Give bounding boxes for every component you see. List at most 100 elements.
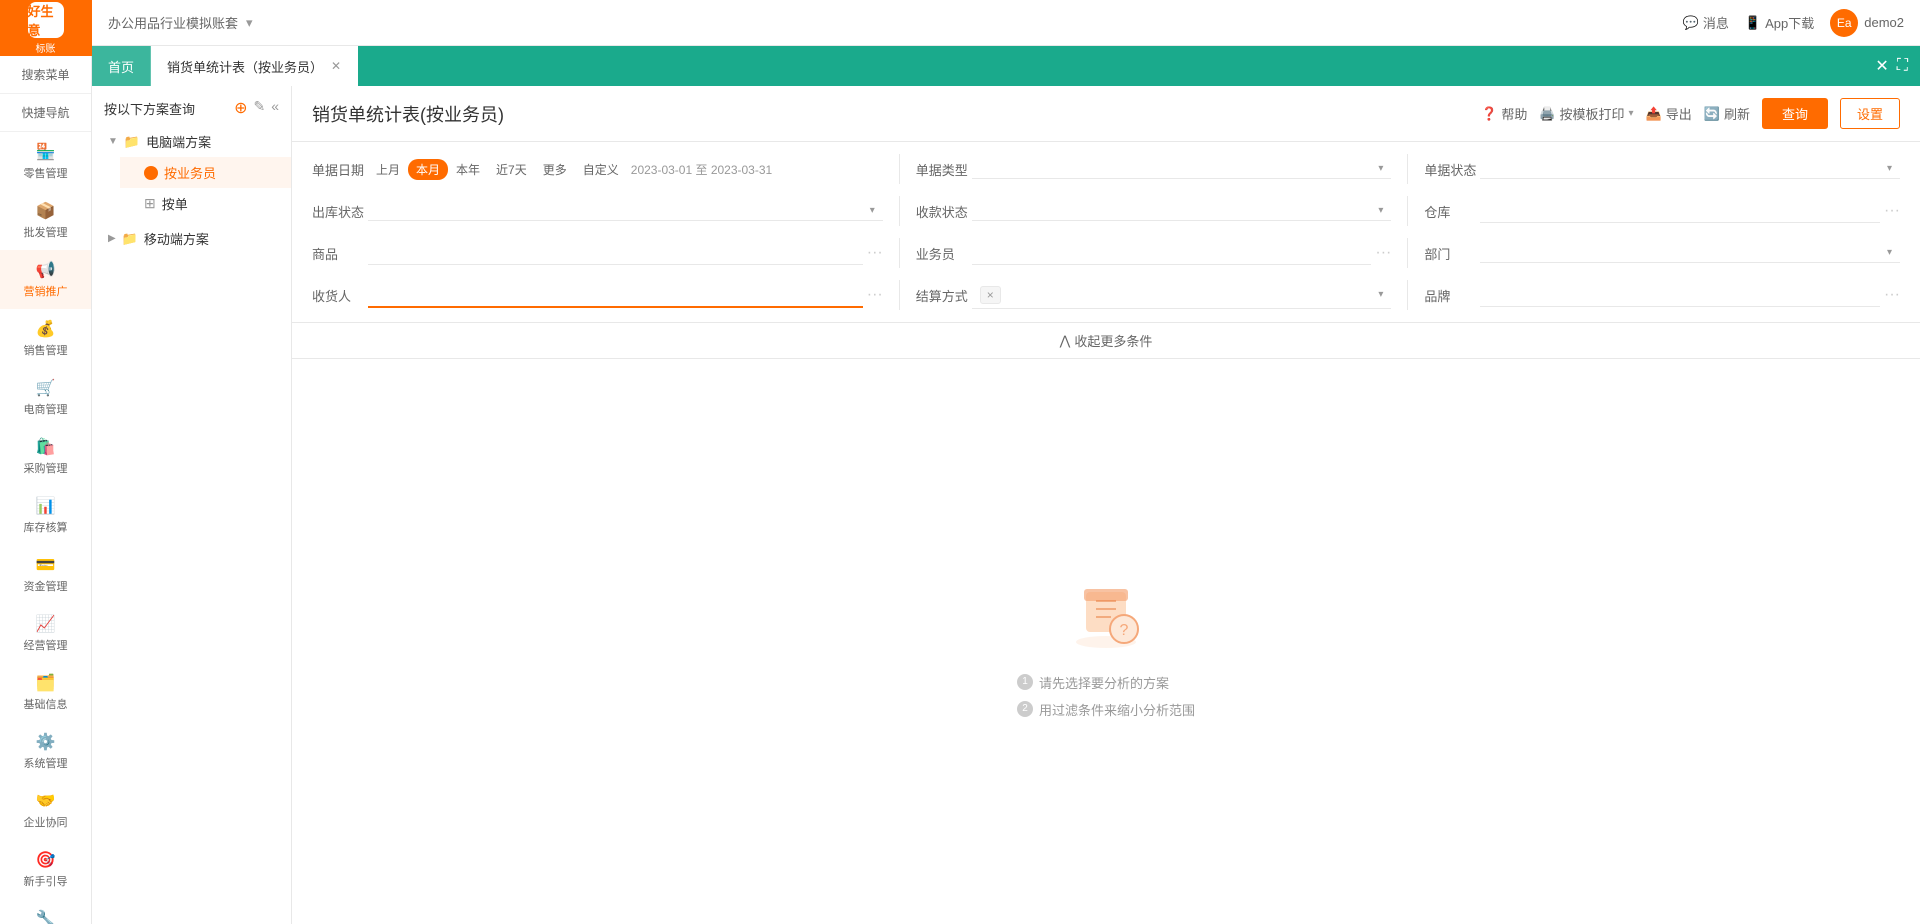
avatar-initials: Ea [1837,16,1852,30]
settlement-label: 结算方式 [916,286,972,305]
date-btn-custom[interactable]: 自定义 [575,159,627,180]
doc-type-select[interactable]: ▾ [972,159,1392,179]
department-select[interactable]: ▾ [1480,243,1900,263]
tree-item-by-salesperson[interactable]: 按业务员 [120,157,291,188]
receipt-status-select[interactable]: ▾ [972,201,1392,221]
add-scheme-icon[interactable]: ⊕ [234,98,247,118]
sidebar-item-purchase[interactable]: 🛍️ 采购管理 [0,427,91,486]
export-button[interactable]: 📤 导出 [1646,104,1692,123]
filter-row-3: 商品 ··· 业务员 ··· 部门 [312,238,1900,268]
help-label: 帮助 [1501,104,1527,123]
window-close-icon[interactable]: ✕ [1875,56,1888,76]
goods-input[interactable] [368,241,863,265]
sidebar-item-corp[interactable]: 🤝 企业协同 [0,781,91,840]
sidebar-item-sales[interactable]: 💰 销售管理 [0,309,91,368]
logo-char: 好生意 [28,1,64,39]
out-status-select[interactable]: ▾ [368,201,883,221]
tree-item-by-order[interactable]: ⊞ 按单 [120,188,291,219]
query-button[interactable]: 查询 [1762,98,1828,129]
sidebar-item-newbie[interactable]: 🎯 新手引导 [0,840,91,899]
filter-department: 部门 ▾ [1424,243,1900,263]
filter-consignee: 收货人 ··· [312,283,883,308]
user-profile[interactable]: Ea demo2 [1830,9,1904,37]
tree-desktop-schemes[interactable]: ▼ 📁 电脑端方案 [92,126,291,157]
sidebar-item-operations[interactable]: 📈 经营管理 [0,604,91,663]
user-avatar: Ea [1830,9,1858,37]
sidebar-item-system[interactable]: ⚙️ 系统管理 [0,722,91,781]
edit-scheme-icon[interactable]: ✎ [253,98,265,118]
sidebar-item-base[interactable]: 🗂️ 基础信息 [0,663,91,722]
print-dropdown-icon[interactable]: ▾ [1629,108,1634,119]
quick-nav-label: 快捷导航 [21,106,69,120]
receipt-status-label: 收款状态 [916,202,972,221]
print-button[interactable]: 🖨️ 按模板打印 ▾ [1539,104,1633,123]
tab-sales-stat[interactable]: 销货单统计表（按业务员） ✕ [151,46,358,86]
filter-salesperson: 业务员 ··· [916,241,1392,265]
refresh-button[interactable]: 🔄 刷新 [1704,104,1750,123]
workspace-name: 办公用品行业模拟账套 [108,13,238,32]
filter-area: 单据日期 上月 本月 本年 近7天 更多 自定义 2023-03-01 至 20… [292,142,1920,323]
divider-4 [1407,196,1408,226]
doc-status-select[interactable]: ▾ [1480,159,1900,179]
warehouse-input[interactable] [1480,199,1880,223]
sidebar-item-apps[interactable]: 🔧 应用中心 [0,899,91,924]
grid-icon: ⊞ [144,195,156,212]
left-panel-header: 按以下方案查询 ⊕ ✎ « [92,98,291,126]
sidebar-item-inventory[interactable]: 📊 库存核算 [0,486,91,545]
date-btn-more[interactable]: 更多 [535,159,575,180]
finance-label: 资金管理 [24,578,68,594]
print-icon: 🖨️ [1539,106,1555,122]
divider-1 [899,154,900,184]
corp-label: 企业协同 [24,814,68,830]
tab-sales-stat-label: 销货单统计表（按业务员） [167,57,323,76]
page-header: 销货单统计表(按业务员) ❓ 帮助 🖨️ 按模板打印 ▾ 📤 导出 [292,86,1920,142]
sidebar-item-marketing[interactable]: 📢 营销推广 [0,250,91,309]
collapse-button[interactable]: ⋀ 收起更多条件 [1060,331,1153,350]
warehouse-dots[interactable]: ··· [1884,202,1900,220]
date-btn-this-month[interactable]: 本月 [408,159,448,180]
tree-desktop-children: 按业务员 ⊞ 按单 [92,157,291,219]
help-button[interactable]: ❓ 帮助 [1481,104,1527,123]
tip-text-1: 请先选择要分析的方案 [1039,673,1169,692]
workspace-dropdown-icon[interactable]: ▾ [246,15,253,31]
consignee-input[interactable] [368,283,863,308]
date-btn-last-month[interactable]: 上月 [368,159,408,180]
export-icon: 📤 [1646,106,1662,122]
salesperson-input[interactable] [972,241,1372,265]
window-maximize-icon[interactable]: ⛶ [1897,57,1908,75]
refresh-icon: 🔄 [1704,106,1720,122]
workspace-selector[interactable]: 办公用品行业模拟账套 ▾ [108,13,253,32]
out-status-arrow: ▾ [870,205,875,216]
collapse-panel-icon[interactable]: « [271,98,279,118]
goods-dots[interactable]: ··· [867,244,883,262]
sidebar-quick-nav[interactable]: 快捷导航 [0,94,91,132]
message-button[interactable]: 💬 消息 [1683,13,1729,32]
sales-label: 销售管理 [24,342,68,358]
tab-close-icon[interactable]: ✕ [331,59,341,73]
brand-input[interactable] [1480,283,1880,307]
user-name: demo2 [1864,15,1904,30]
app-download-button[interactable]: 📱 App下载 [1745,13,1814,32]
sidebar-item-finance[interactable]: 💳 资金管理 [0,545,91,604]
salesperson-dots[interactable]: ··· [1375,244,1391,262]
sidebar-search-item[interactable]: 搜索菜单 [0,56,91,94]
sidebar-item-retail[interactable]: 🏪 零售管理 [0,132,91,191]
goods-label: 商品 [312,244,368,263]
consignee-dots[interactable]: ··· [867,286,883,304]
tag-x[interactable]: × [987,288,994,302]
settlement-select[interactable]: × ▾ [972,282,1392,309]
tree-mobile-schemes[interactable]: ▶ 📁 移动端方案 [92,223,291,254]
sidebar-item-wholesale[interactable]: 📦 批发管理 [0,191,91,250]
content-area: 按以下方案查询 ⊕ ✎ « ▼ 📁 电脑端方案 按业务员 ⊞ [92,86,1920,924]
tab-home[interactable]: 首页 [92,46,151,86]
filter-brand: 品牌 ··· [1424,283,1900,307]
app-download-label: App下载 [1765,13,1814,32]
brand-dots[interactable]: ··· [1884,286,1900,304]
export-label: 导出 [1666,104,1692,123]
sidebar-item-ecommerce[interactable]: 🛒 电商管理 [0,368,91,427]
settings-button[interactable]: 设置 [1840,98,1900,129]
tab-expand-button[interactable]: ✕ ⛶ [1863,56,1920,76]
filter-row-2: 出库状态 ▾ 收款状态 ▾ [312,196,1900,226]
date-btn-7days[interactable]: 近7天 [488,159,535,180]
date-btn-this-year[interactable]: 本年 [448,159,488,180]
